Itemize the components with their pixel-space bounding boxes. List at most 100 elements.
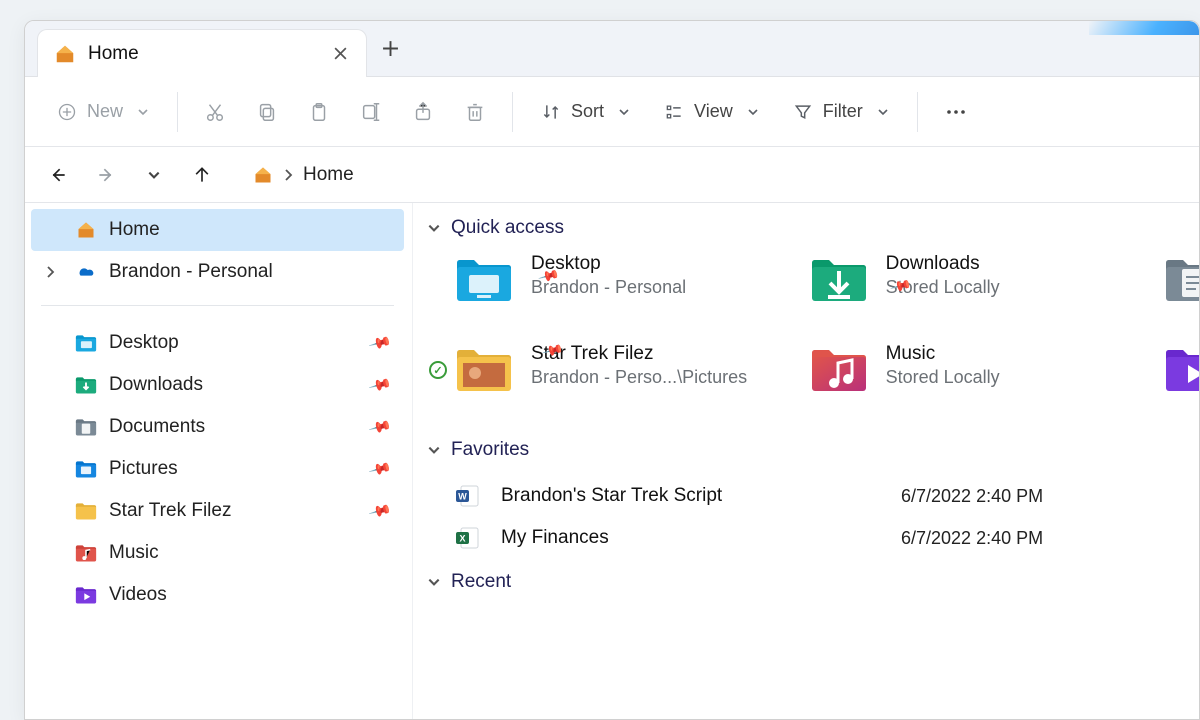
quick-access-subtitle: Brandon - Perso...\Pictures [531,367,747,388]
quick-access-subtitle: Stored Locally [886,367,1000,388]
breadcrumb-current: Home [303,164,354,186]
quick-access-title: Downloads [886,253,1000,275]
command-bar: New Sort View Filter [25,77,1199,147]
file-explorer-window: Home New Sort View [24,20,1200,720]
home-icon [75,220,97,240]
breadcrumb[interactable]: Home [241,155,366,195]
chevron-down-icon [427,443,441,457]
share-button[interactable] [400,91,446,133]
pictures-icon [75,458,97,480]
desktop-icon [453,253,515,305]
tab-title: Home [88,43,139,65]
quick-access-item[interactable]: Star Trek FilezBrandon - Perso...\Pictur… [453,343,748,409]
chevron-right-icon [283,168,293,182]
pin-icon: 📌 [368,457,393,482]
sidebar-item-star-trek-filez[interactable]: Star Trek Filez 📌 [31,490,404,532]
sidebar-item-music[interactable]: Music [31,532,404,574]
copy-button[interactable] [244,91,290,133]
sidebar-item-label: Documents [109,416,205,438]
address-bar: Home [25,147,1199,203]
downloads-icon [75,374,97,396]
view-button[interactable]: View [650,91,773,132]
close-tab-icon[interactable] [333,46,348,61]
home-icon [54,43,76,65]
sidebar-item-label: Pictures [109,458,178,480]
section-quick-access[interactable]: Quick access [423,211,1199,253]
folder-icon [75,500,97,522]
desktop-icon [75,332,97,354]
more-button[interactable] [932,90,980,134]
chevron-right-icon[interactable] [45,266,55,278]
chevron-down-icon [137,106,149,118]
quick-access-item[interactable]: MusicStored Locally [808,343,1103,409]
chevron-down-icon [747,106,759,118]
up-button[interactable] [183,156,221,194]
downloads-icon [808,253,870,305]
title-bar: Home [25,21,1199,77]
pin-icon: 📌 [368,331,393,356]
sidebar-item-desktop[interactable]: Desktop 📌 [31,322,404,364]
section-favorites[interactable]: Favorites [423,433,1199,475]
favorite-name: Brandon's Star Trek Script [501,485,881,507]
quick-access-item[interactable]: DownloadsStored Locally📌 [808,253,1103,319]
paste-button[interactable] [296,91,342,133]
quick-access-item[interactable]: DesktopBrandon - Personal📌 [453,253,748,319]
chevron-down-icon [427,575,441,589]
chevron-down-icon [877,106,889,118]
sidebar-item-home[interactable]: Home [31,209,404,251]
svg-text:X: X [459,534,465,544]
navigation-pane: Home Brandon - Personal Desktop📌Download… [25,203,413,719]
excel-icon: X [453,525,481,551]
favorite-date: 6/7/2022 2:40 PM [901,528,1043,549]
rename-button[interactable] [348,91,394,133]
quick-access-title: Music [886,343,1000,365]
sync-badge [429,361,447,379]
sidebar-item-label: Brandon - Personal [109,261,273,283]
documents-icon [1162,253,1199,305]
sidebar-item-label: Star Trek Filez [109,500,231,522]
pin-icon: 📌 [368,373,393,398]
body: Home Brandon - Personal Desktop📌Download… [25,203,1199,719]
quick-access-item[interactable] [1162,343,1199,409]
favorite-name: My Finances [501,527,881,549]
sort-button[interactable]: Sort [527,91,644,132]
quick-access-item[interactable] [1162,253,1199,319]
sidebar-item-label: Desktop [109,332,179,354]
documents-icon [75,416,97,438]
favorite-item[interactable]: W Brandon's Star Trek Script 6/7/2022 2:40… [423,475,1199,517]
sidebar-item-label: Downloads [109,374,203,396]
home-icon [253,165,273,185]
section-recent[interactable]: Recent [423,565,1199,607]
recent-locations-button[interactable] [135,156,173,194]
sidebar-item-onedrive[interactable]: Brandon - Personal [31,251,404,293]
sidebar-item-pictures[interactable]: Pictures 📌 [31,448,404,490]
svg-text:W: W [458,492,467,502]
videos-icon [1162,343,1199,395]
delete-button[interactable] [452,91,498,133]
tab-home[interactable]: Home [37,29,367,77]
sidebar-item-documents[interactable]: Documents 📌 [31,406,404,448]
sidebar-item-label: Home [109,219,160,241]
sidebar-item-downloads[interactable]: Downloads 📌 [31,364,404,406]
music-icon [808,343,870,395]
pin-icon: 📌 [368,415,393,440]
sidebar-item-label: Music [109,542,159,564]
chevron-down-icon [618,106,630,118]
back-button[interactable] [39,156,77,194]
favorite-date: 6/7/2022 2:40 PM [901,486,1043,507]
music-icon [75,542,97,564]
chevron-down-icon [427,221,441,235]
videos-icon [75,584,97,606]
cut-button[interactable] [192,91,238,133]
content-pane: Quick access DesktopBrandon - Personal📌 D… [413,203,1199,719]
pin-icon: 📌 [368,499,393,524]
new-button[interactable]: New [43,91,163,132]
word-icon: W [453,483,481,509]
onedrive-icon [75,264,97,280]
sidebar-item-label: Videos [109,584,167,606]
favorite-item[interactable]: X My Finances 6/7/2022 2:40 PM [423,517,1199,559]
filter-button[interactable]: Filter [779,91,903,132]
new-tab-button[interactable] [367,21,413,76]
sidebar-item-videos[interactable]: Videos [31,574,404,616]
forward-button[interactable] [87,156,125,194]
